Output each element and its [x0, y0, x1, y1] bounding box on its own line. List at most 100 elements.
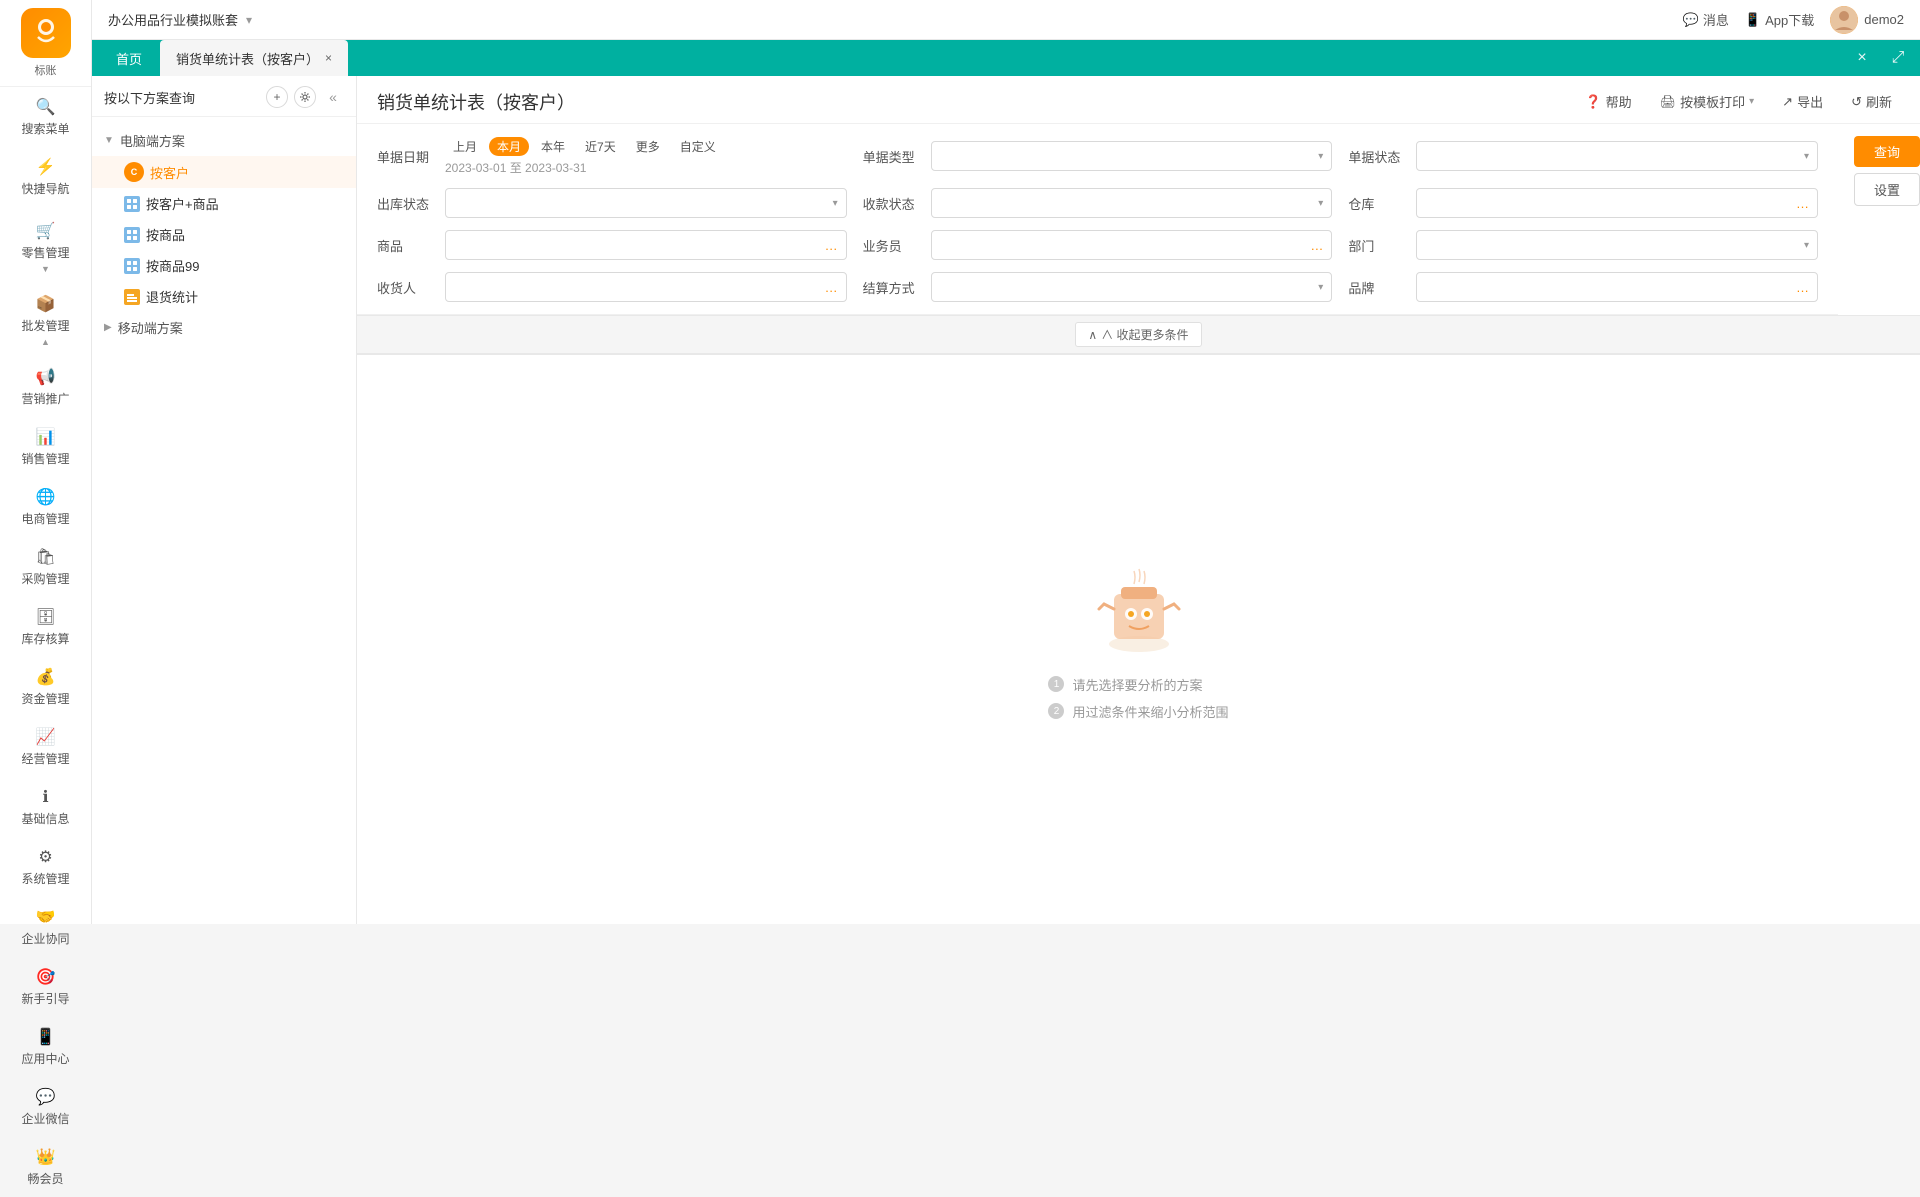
main-content: 办公用品行业模拟账套 ▾ 💬 消息 📱 App下载 de: [92, 0, 1920, 924]
sidebar-item-system[interactable]: ⚙ 系统管理: [0, 837, 91, 897]
sidebar-item-label: 电商管理: [21, 510, 69, 527]
date-tab-more[interactable]: 更多: [628, 136, 668, 157]
app-download-btn[interactable]: 📱 App下载: [1745, 10, 1814, 29]
tab-home[interactable]: 首页: [100, 40, 158, 76]
sidebar-item-vip[interactable]: 👑 畅会员: [0, 1137, 91, 1197]
collapse-bar-btn[interactable]: ∧ ∧ 收起更多条件: [1075, 322, 1201, 347]
left-panel: 按以下方案查询 + « ▼ 电脑端方案: [92, 76, 357, 924]
sidebar-item-sales[interactable]: 📊 销售管理: [0, 417, 91, 477]
date-tab-this-year[interactable]: 本年: [533, 136, 573, 157]
sidebar-item-retail[interactable]: 🛒 零售管理 ▼: [0, 211, 91, 284]
retail-icon: 🛒: [36, 221, 56, 241]
out-status-label: 出库状态: [377, 194, 437, 213]
filter-settings-btn[interactable]: 设置: [1854, 173, 1920, 206]
right-panel: 销货单统计表（按客户） ❓ 帮助 🖨 按模板打印 ▾ ↗: [357, 76, 1920, 924]
out-status-select[interactable]: ▾: [445, 188, 847, 218]
receiver-select[interactable]: …: [445, 272, 847, 302]
sidebar-item-finance[interactable]: 💰 资金管理: [0, 657, 91, 717]
doc-status-arrow: ▾: [1804, 151, 1809, 162]
collapse-panel-btn[interactable]: «: [322, 86, 344, 108]
appcenter-icon: 📱: [36, 1027, 56, 1047]
department-select[interactable]: ▾: [1416, 230, 1818, 260]
message-btn[interactable]: 💬 消息: [1683, 10, 1729, 29]
product-label: 商品: [377, 236, 437, 255]
tree-group-mobile-header[interactable]: ▶ 移动端方案: [92, 312, 356, 343]
tree-item-by-customer-product[interactable]: 按客户+商品: [92, 188, 356, 219]
date-tab-last-month[interactable]: 上月: [445, 136, 485, 157]
user-menu-btn[interactable]: demo2: [1830, 6, 1904, 34]
sidebar-item-operations[interactable]: 📈 经营管理: [0, 717, 91, 777]
logo-icon: [21, 8, 71, 58]
sidebar-item-newuser[interactable]: 🎯 新手引导: [0, 957, 91, 1017]
sidebar-item-label: 采购管理: [21, 570, 69, 587]
collapse-bar[interactable]: ∧ ∧ 收起更多条件: [357, 315, 1920, 354]
salesperson-select[interactable]: …: [931, 230, 1333, 260]
filter-item-salesperson: 业务员 …: [863, 230, 1333, 260]
sidebar-item-marketing[interactable]: 📢 营销推广: [0, 357, 91, 417]
brand-select[interactable]: …: [1416, 272, 1818, 302]
sidebar-item-label: 经营管理: [21, 750, 69, 767]
tip-text-2: 用过滤条件来缩小分析范围: [1072, 702, 1228, 721]
product-more[interactable]: …: [825, 238, 838, 253]
tab-sales-stats[interactable]: 销货单统计表（按客户） ×: [160, 40, 348, 76]
department-label: 部门: [1348, 236, 1408, 255]
refresh-btn[interactable]: ↺ 刷新: [1843, 88, 1900, 115]
header-left: 办公用品行业模拟账套 ▾: [108, 10, 252, 29]
warehouse-select[interactable]: …: [1416, 188, 1818, 218]
help-btn[interactable]: ❓ 帮助: [1577, 88, 1639, 115]
sidebar-item-enterprise[interactable]: 🤝 企业协同: [0, 897, 91, 957]
payment-select[interactable]: ▾: [931, 272, 1333, 302]
tree-item-return-stats[interactable]: 退货统计: [92, 281, 356, 312]
sidebar-item-wholesale[interactable]: 📦 批发管理 ▲: [0, 284, 91, 357]
settings-scheme-btn[interactable]: [294, 86, 316, 108]
date-tab-custom[interactable]: 自定义: [672, 136, 724, 157]
sidebar-item-purchase[interactable]: 🛍 采购管理: [0, 537, 91, 597]
page-actions: ❓ 帮助 🖨 按模板打印 ▾ ↗ 导出 ↺: [1577, 88, 1900, 115]
salesperson-more[interactable]: …: [1310, 238, 1323, 253]
export-label: 导出: [1797, 92, 1823, 111]
sidebar-item-label: 销售管理: [21, 450, 69, 467]
sidebar-item-wechat[interactable]: 💬 企业微信: [0, 1077, 91, 1137]
sidebar-item-inventory[interactable]: 🗄 库存核算: [0, 597, 91, 657]
tree-item-by-product[interactable]: 按商品: [92, 219, 356, 250]
tree-item-by-product-99[interactable]: 按商品99: [92, 250, 356, 281]
filter-item-warehouse: 仓库 …: [1348, 188, 1818, 218]
sidebar-item-appcenter[interactable]: 📱 应用中心: [0, 1017, 91, 1077]
receiver-more[interactable]: …: [825, 280, 838, 295]
export-icon: ↗: [1782, 94, 1793, 110]
add-scheme-btn[interactable]: +: [266, 86, 288, 108]
sidebar-item-basicinfo[interactable]: ℹ 基础信息: [0, 777, 91, 837]
tab-maximize-btn[interactable]: ⤢: [1884, 44, 1912, 72]
message-label: 消息: [1703, 10, 1729, 29]
sidebar-item-label: 快捷导航: [21, 180, 69, 197]
sidebar-item-label: 搜索菜单: [21, 120, 69, 137]
filter-item-receipt-status: 收款状态 ▾: [863, 188, 1333, 218]
doc-type-select[interactable]: ▾: [931, 141, 1333, 171]
tree-group-mobile: ▶ 移动端方案: [92, 312, 356, 343]
doc-status-select[interactable]: ▾: [1416, 141, 1818, 171]
date-tab-last7[interactable]: 近7天: [577, 136, 624, 157]
page-header: 销货单统计表（按客户） ❓ 帮助 🖨 按模板打印 ▾ ↗: [357, 76, 1920, 124]
tree-group-desktop-header[interactable]: ▼ 电脑端方案: [92, 125, 356, 156]
app-title-dropdown[interactable]: ▾: [246, 13, 252, 27]
sidebar-item-search[interactable]: 🔍 搜索菜单: [0, 87, 91, 147]
sidebar-item-ecommerce[interactable]: 🌐 电商管理: [0, 477, 91, 537]
warehouse-more[interactable]: …: [1796, 196, 1809, 211]
out-status-arrow: ▾: [833, 198, 838, 209]
product-select[interactable]: …: [445, 230, 847, 260]
print-btn[interactable]: 🖨 按模板打印 ▾: [1652, 88, 1763, 115]
collapse-icon: ∧: [1088, 328, 1097, 342]
sidebar-item-quicknav[interactable]: ⚡ 快捷导航: [0, 147, 91, 207]
date-label: 单据日期: [377, 147, 437, 166]
tab-close-btn[interactable]: ×: [325, 51, 332, 65]
brand-more[interactable]: …: [1796, 280, 1809, 295]
export-btn[interactable]: ↗ 导出: [1774, 88, 1831, 115]
query-btn[interactable]: 查询: [1854, 136, 1920, 167]
finance-icon: 💰: [36, 667, 56, 687]
quicknav-icon: ⚡: [36, 157, 56, 177]
date-tab-this-month[interactable]: 本月: [489, 137, 529, 156]
tree-item-by-customer[interactable]: C 按客户: [92, 156, 356, 188]
tree-section: ▼ 电脑端方案 C 按客户 按客户+商品: [92, 117, 356, 351]
tab-close-window-btn[interactable]: ×: [1848, 44, 1876, 72]
receipt-status-select[interactable]: ▾: [931, 188, 1333, 218]
